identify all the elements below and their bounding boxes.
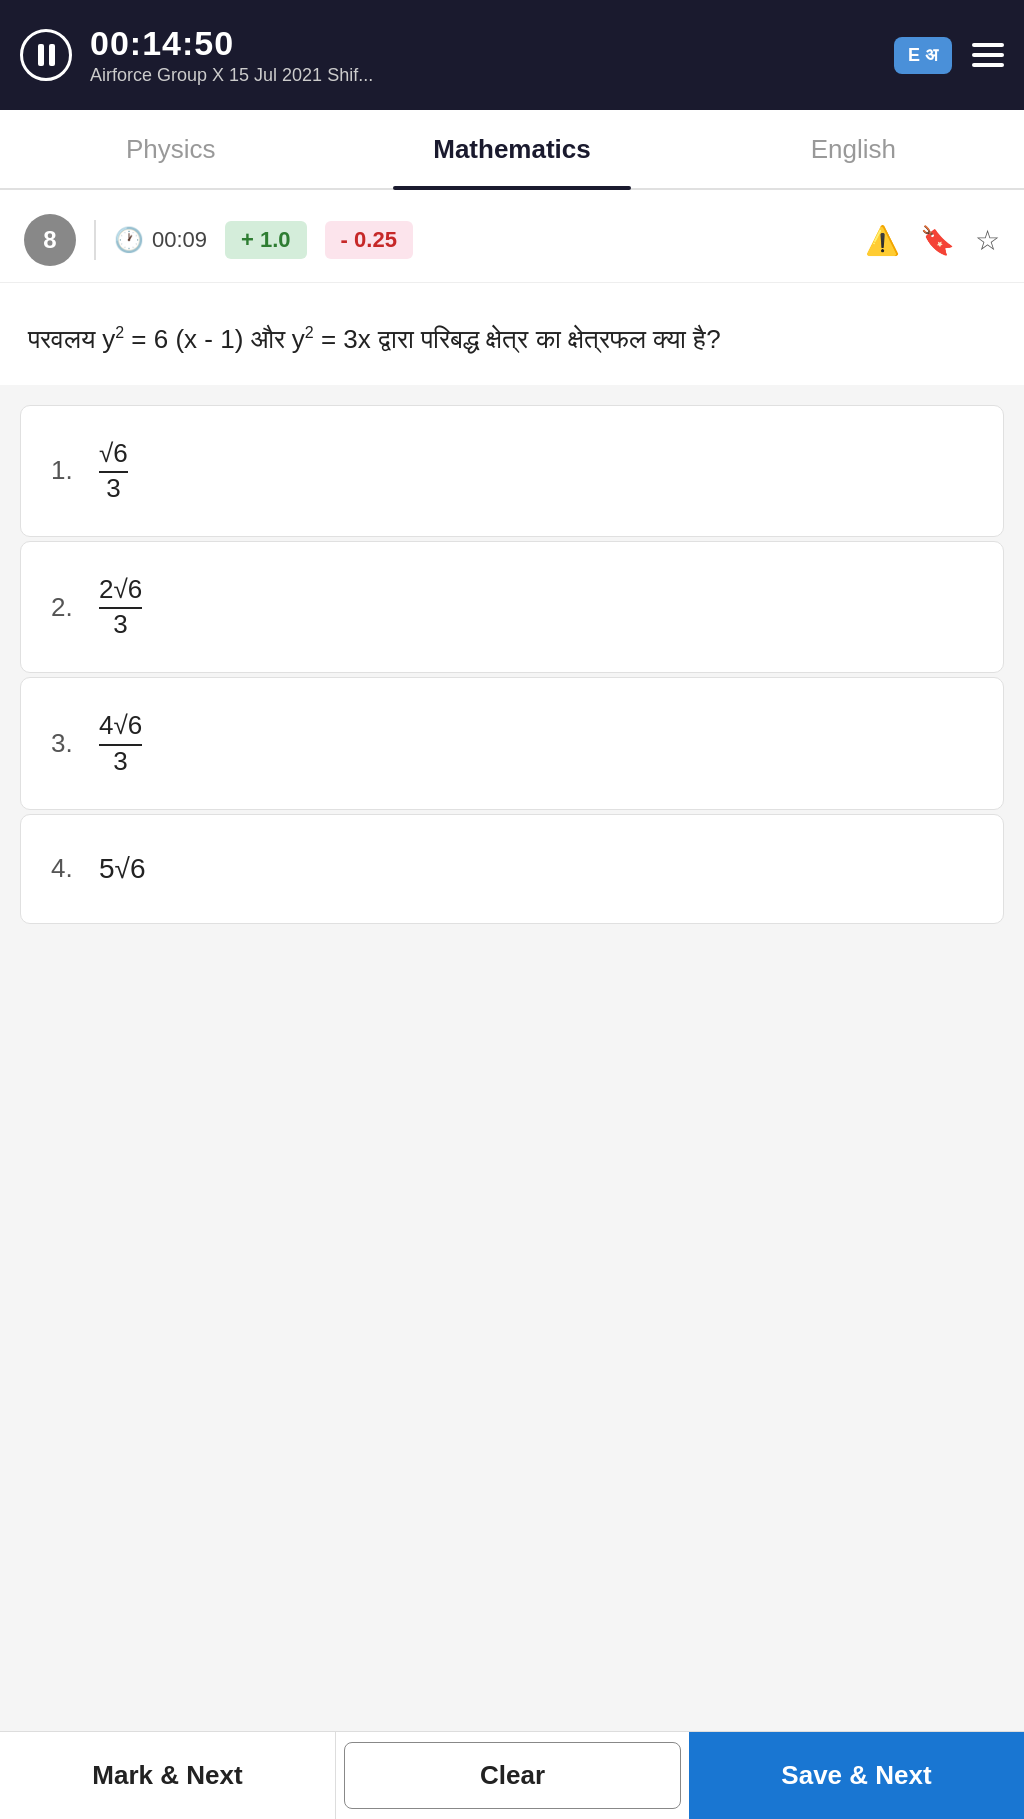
- bookmark-icon[interactable]: 🔖: [920, 224, 955, 257]
- tab-mathematics[interactable]: Mathematics: [341, 110, 682, 188]
- option-1-number: 1.: [51, 455, 81, 486]
- option-4-content: 5√6: [99, 853, 146, 885]
- option-4-number: 4.: [51, 853, 81, 884]
- tab-physics[interactable]: Physics: [0, 110, 341, 188]
- star-icon[interactable]: ☆: [975, 224, 1000, 257]
- subject-tabs: Physics Mathematics English: [0, 110, 1024, 190]
- tab-english[interactable]: English: [683, 110, 1024, 188]
- option-4[interactable]: 4. 5√6: [20, 814, 1004, 924]
- meta-action-icons: ⚠️ 🔖 ☆: [865, 224, 1000, 257]
- option-3-number: 3.: [51, 728, 81, 759]
- header-right: E अ: [894, 37, 1004, 74]
- mark-next-button[interactable]: Mark & Next: [0, 1732, 336, 1819]
- question-meta-bar: 8 🕐 00:09 + 1.0 - 0.25 ⚠️ 🔖 ☆: [0, 190, 1024, 283]
- option-1[interactable]: 1. √6 3: [20, 405, 1004, 537]
- pause-button[interactable]: [20, 29, 72, 81]
- question-text: परवलय y2 = 6 (x - 1) और y2 = 3x द्वारा प…: [28, 324, 721, 354]
- question-body: परवलय y2 = 6 (x - 1) और y2 = 3x द्वारा प…: [0, 283, 1024, 385]
- pause-icon: [38, 44, 55, 66]
- warning-icon[interactable]: ⚠️: [865, 224, 900, 257]
- bottom-action-bar: Mark & Next Clear Save & Next: [0, 1731, 1024, 1819]
- exam-title: Airforce Group X 15 Jul 2021 Shif...: [90, 65, 894, 86]
- option-3[interactable]: 3. 4√6 3: [20, 677, 1004, 809]
- menu-button[interactable]: [972, 43, 1004, 67]
- option-2-content: 2√6 3: [99, 574, 142, 640]
- option-1-content: √6 3: [99, 438, 128, 504]
- question-number: 8: [24, 214, 76, 266]
- option-3-content: 4√6 3: [99, 710, 142, 776]
- language-toggle[interactable]: E अ: [894, 37, 952, 74]
- meta-divider: [94, 220, 96, 260]
- question-timer: 🕐 00:09: [114, 226, 207, 254]
- clock-icon: 🕐: [114, 226, 144, 254]
- options-list: 1. √6 3 2. 2√6 3 3. 4√6 3 4. 5√6: [0, 385, 1024, 944]
- option-2[interactable]: 2. 2√6 3: [20, 541, 1004, 673]
- score-positive: + 1.0: [225, 221, 307, 259]
- save-next-button[interactable]: Save & Next: [689, 1732, 1024, 1819]
- app-header: 00:14:50 Airforce Group X 15 Jul 2021 Sh…: [0, 0, 1024, 110]
- option-2-number: 2.: [51, 592, 81, 623]
- timer-display: 00:14:50: [90, 24, 894, 63]
- header-text: 00:14:50 Airforce Group X 15 Jul 2021 Sh…: [90, 24, 894, 86]
- score-negative: - 0.25: [325, 221, 413, 259]
- clear-button[interactable]: Clear: [344, 1742, 681, 1809]
